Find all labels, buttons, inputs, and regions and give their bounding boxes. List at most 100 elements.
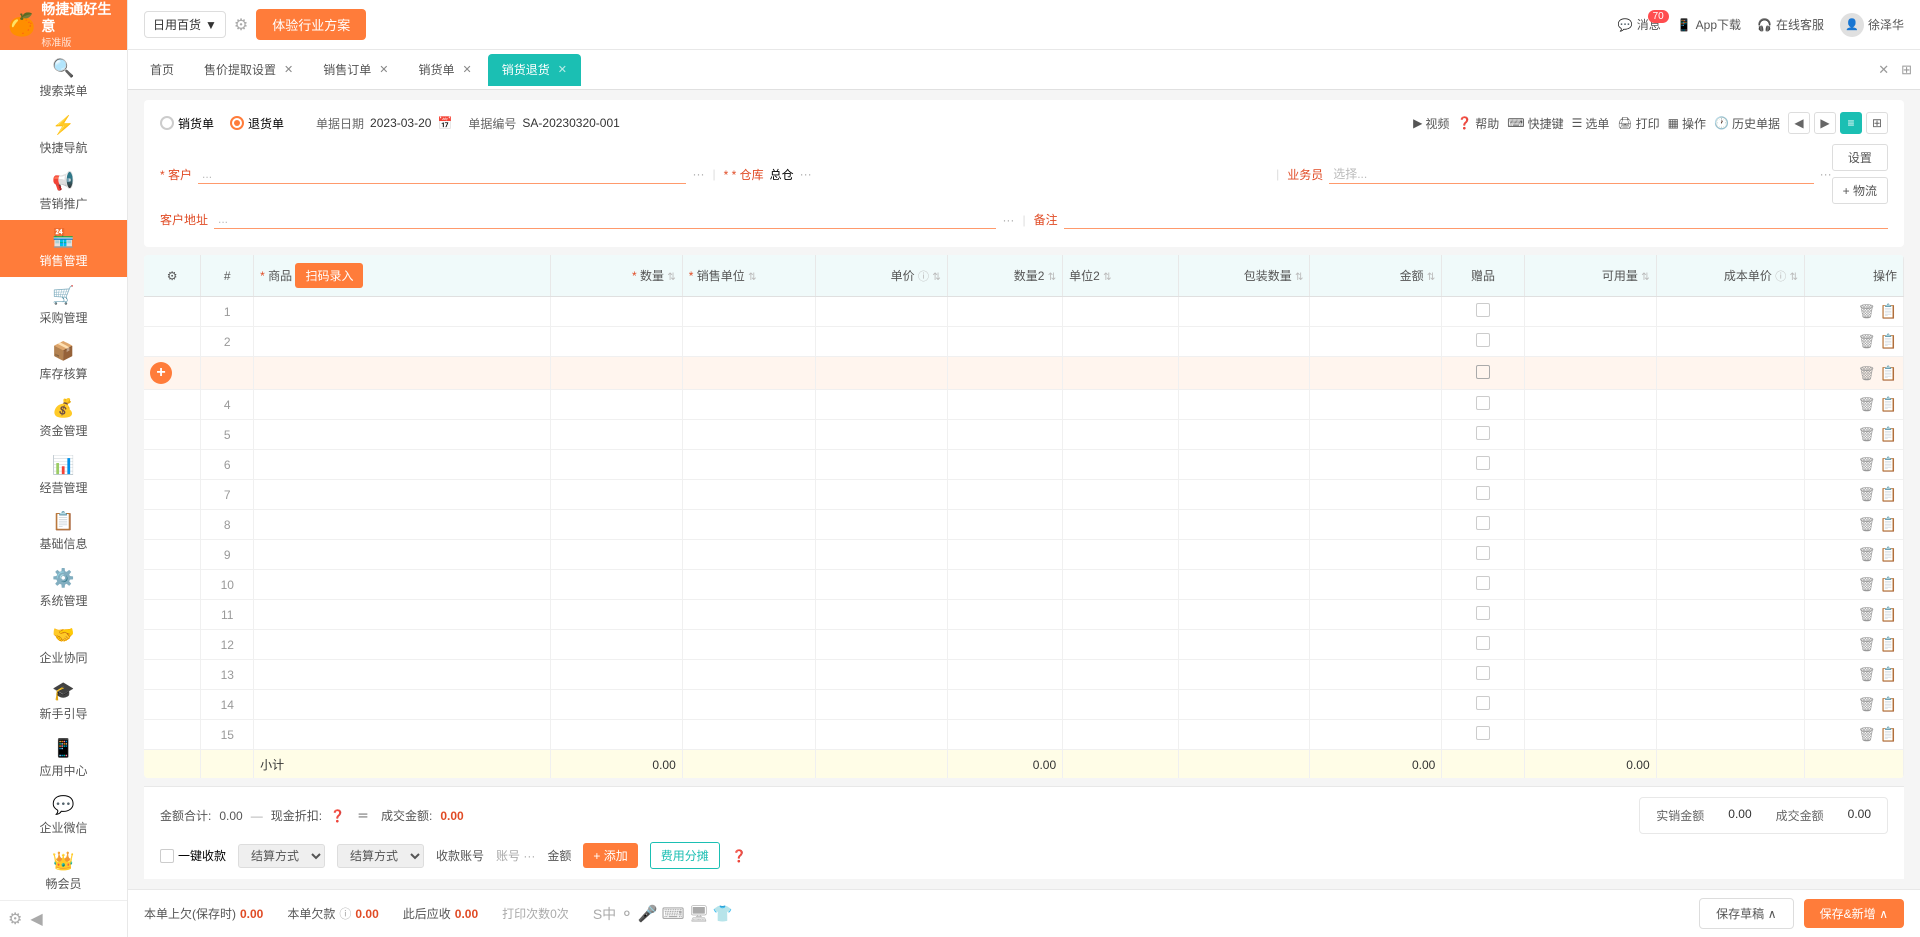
salesperson-input[interactable] <box>1329 165 1813 184</box>
sidebar-item-inventory[interactable]: 📦 库存核算 <box>0 333 127 390</box>
tab-sales-order[interactable]: 销售订单 ✕ <box>309 54 402 86</box>
one-click-payment-cb[interactable]: 一键收款 <box>160 847 226 864</box>
settings-side-btn[interactable]: 设置 <box>1832 144 1888 171</box>
tab-close-all[interactable]: ✕ <box>1878 62 1889 78</box>
fenbai-btn[interactable]: 费用分摊 <box>650 842 720 869</box>
add-row-button[interactable]: + <box>150 362 172 384</box>
radio-return[interactable]: 退货单 <box>230 115 284 132</box>
sidebar-item-sales[interactable]: 🏪 销售管理 <box>0 220 127 277</box>
save-new-button[interactable]: 保存&新增 ∧ <box>1804 899 1904 928</box>
tab-sales-order-close[interactable]: ✕ <box>379 63 388 76</box>
app-download-btn[interactable]: 📱 App下载 <box>1677 16 1741 33</box>
row-qty-1[interactable] <box>550 297 682 327</box>
delete-icon[interactable]: 🗑 <box>1858 576 1876 593</box>
sidebar-item-finance[interactable]: 💰 资金管理 <box>0 390 127 447</box>
tab-sales-return-close[interactable]: ✕ <box>558 63 567 76</box>
row-gift-3[interactable] <box>1442 357 1524 390</box>
fenbai-help-icon[interactable]: ❓ <box>732 849 747 863</box>
product-input-3[interactable] <box>260 366 544 380</box>
delete-icon[interactable]: 🗑 <box>1858 546 1876 563</box>
sidebar-item-purchase[interactable]: 🛒 采购管理 <box>0 277 127 334</box>
calendar-icon[interactable]: 📅 <box>437 116 452 130</box>
row-unit2-2[interactable] <box>1063 327 1178 357</box>
row-avail-2[interactable] <box>1524 327 1656 357</box>
shortcut-btn[interactable]: ⌨ 快捷键 <box>1507 115 1563 132</box>
tab-sales[interactable]: 销货单 ✕ <box>404 54 485 86</box>
copy-row-2-icon[interactable]: 📋 <box>1880 333 1897 350</box>
delete-icon[interactable]: 🗑 <box>1858 486 1876 503</box>
delete-icon[interactable]: 🗑 <box>1858 396 1876 413</box>
row-qty2-3[interactable] <box>947 357 1062 390</box>
sidebar-item-search[interactable]: 🔍 搜索菜单 <box>0 50 127 107</box>
copy-icon[interactable]: 📋 <box>1880 696 1897 713</box>
copy-icon[interactable]: 📋 <box>1880 666 1897 683</box>
delete-icon[interactable]: 🗑 <box>1858 636 1876 653</box>
add-row-footer-btn[interactable]: + 添加 <box>583 843 637 868</box>
tab-home[interactable]: 首页 <box>136 54 188 86</box>
row-price-3[interactable] <box>815 357 947 390</box>
tab-price-setting[interactable]: 售价提取设置 ✕ <box>190 54 307 86</box>
copy-icon[interactable]: 📋 <box>1880 456 1897 473</box>
delete-icon[interactable]: 🗑 <box>1858 606 1876 623</box>
row-unit-1[interactable] <box>682 297 815 327</box>
sidebar-item-member[interactable]: 👑 畅会员 <box>0 843 127 900</box>
row-price-1[interactable] <box>815 297 947 327</box>
toolbar-icon-1[interactable]: S中 <box>593 904 616 924</box>
row-amount-3[interactable] <box>1310 357 1442 390</box>
row-amount-1[interactable] <box>1310 297 1442 327</box>
copy-icon[interactable]: 📋 <box>1880 726 1897 743</box>
prev-view-btn[interactable]: ◀ <box>1788 112 1810 134</box>
collapse-icon[interactable]: ◀ <box>30 909 42 929</box>
row-gift-2[interactable] <box>1442 327 1524 357</box>
row-avail-3[interactable] <box>1524 357 1656 390</box>
account-select-placeholder[interactable]: 账号 ··· <box>496 847 535 864</box>
settings-bottom-icon[interactable]: ⚙ <box>8 909 22 929</box>
customer-input[interactable] <box>198 165 686 184</box>
row-unit-2[interactable] <box>682 327 815 357</box>
next-view-btn[interactable]: ▶ <box>1814 112 1836 134</box>
toolbar-icon-3[interactable]: 🎤 <box>638 904 658 924</box>
avail-sort-icon[interactable]: ⇅ <box>1641 272 1649 283</box>
qty2-sort-icon[interactable]: ⇅ <box>1048 272 1056 283</box>
copy-row-1-icon[interactable]: 📋 <box>1880 303 1897 320</box>
online-service-btn[interactable]: 🎧 在线客服 <box>1757 16 1824 33</box>
delete-row-3-icon[interactable]: 🗑 <box>1858 365 1876 382</box>
remark-input[interactable] <box>1064 210 1888 229</box>
tab-grid-icon[interactable]: ⊞ <box>1901 62 1912 78</box>
delete-icon[interactable]: 🗑 <box>1858 456 1876 473</box>
row-avail-1[interactable] <box>1524 297 1656 327</box>
print-btn[interactable]: 🖨 打印 <box>1617 115 1659 132</box>
cost-sort-icon[interactable]: ⇅ <box>1790 272 1798 283</box>
toolbar-icon-5[interactable]: 🖥 <box>689 904 709 924</box>
row-cost-1[interactable] <box>1656 297 1804 327</box>
copy-icon[interactable]: 📋 <box>1880 516 1897 533</box>
delete-icon[interactable]: 🗑 <box>1858 726 1876 743</box>
list-view-btn[interactable]: ≡ <box>1840 112 1862 134</box>
row-gift-1[interactable] <box>1442 297 1524 327</box>
cost-info-icon[interactable]: ⓘ <box>1775 271 1786 283</box>
row-product-2[interactable] <box>254 327 551 357</box>
delete-icon[interactable]: 🗑 <box>1858 516 1876 533</box>
tab-price-setting-close[interactable]: ✕ <box>284 63 293 76</box>
copy-row-3-icon[interactable]: 📋 <box>1880 365 1897 382</box>
payment-checkbox[interactable] <box>160 849 174 863</box>
sidebar-item-system[interactable]: ⚙️ 系统管理 <box>0 560 127 617</box>
row-unit2-1[interactable] <box>1063 297 1178 327</box>
salesperson-dots[interactable]: ··· <box>1820 167 1832 181</box>
scan-btn[interactable]: 扫码录入 <box>295 263 363 288</box>
price-info-icon[interactable]: ⓘ <box>918 271 929 283</box>
copy-icon[interactable]: 📋 <box>1880 606 1897 623</box>
customer-dots[interactable]: ··· <box>692 167 704 181</box>
row-qty2-2[interactable] <box>947 327 1062 357</box>
radio-sales[interactable]: 销货单 <box>160 115 214 132</box>
calculation-select[interactable]: 结算方式 <box>337 844 424 868</box>
tab-sales-return[interactable]: 销货退货 ✕ <box>488 54 581 86</box>
user-profile[interactable]: 👤 徐泽华 <box>1840 13 1904 37</box>
help-btn[interactable]: ❓ 帮助 <box>1457 115 1499 132</box>
sidebar-item-marketing[interactable]: 📢 营销推广 <box>0 163 127 220</box>
sidebar-item-shortcut[interactable]: ⚡ 快捷导航 <box>0 107 127 164</box>
price-sort-icon[interactable]: ⇅ <box>932 272 940 283</box>
row-pack-1[interactable] <box>1178 297 1310 327</box>
pack-sort-icon[interactable]: ⇅ <box>1295 272 1303 283</box>
tab-sales-close[interactable]: ✕ <box>463 63 472 76</box>
